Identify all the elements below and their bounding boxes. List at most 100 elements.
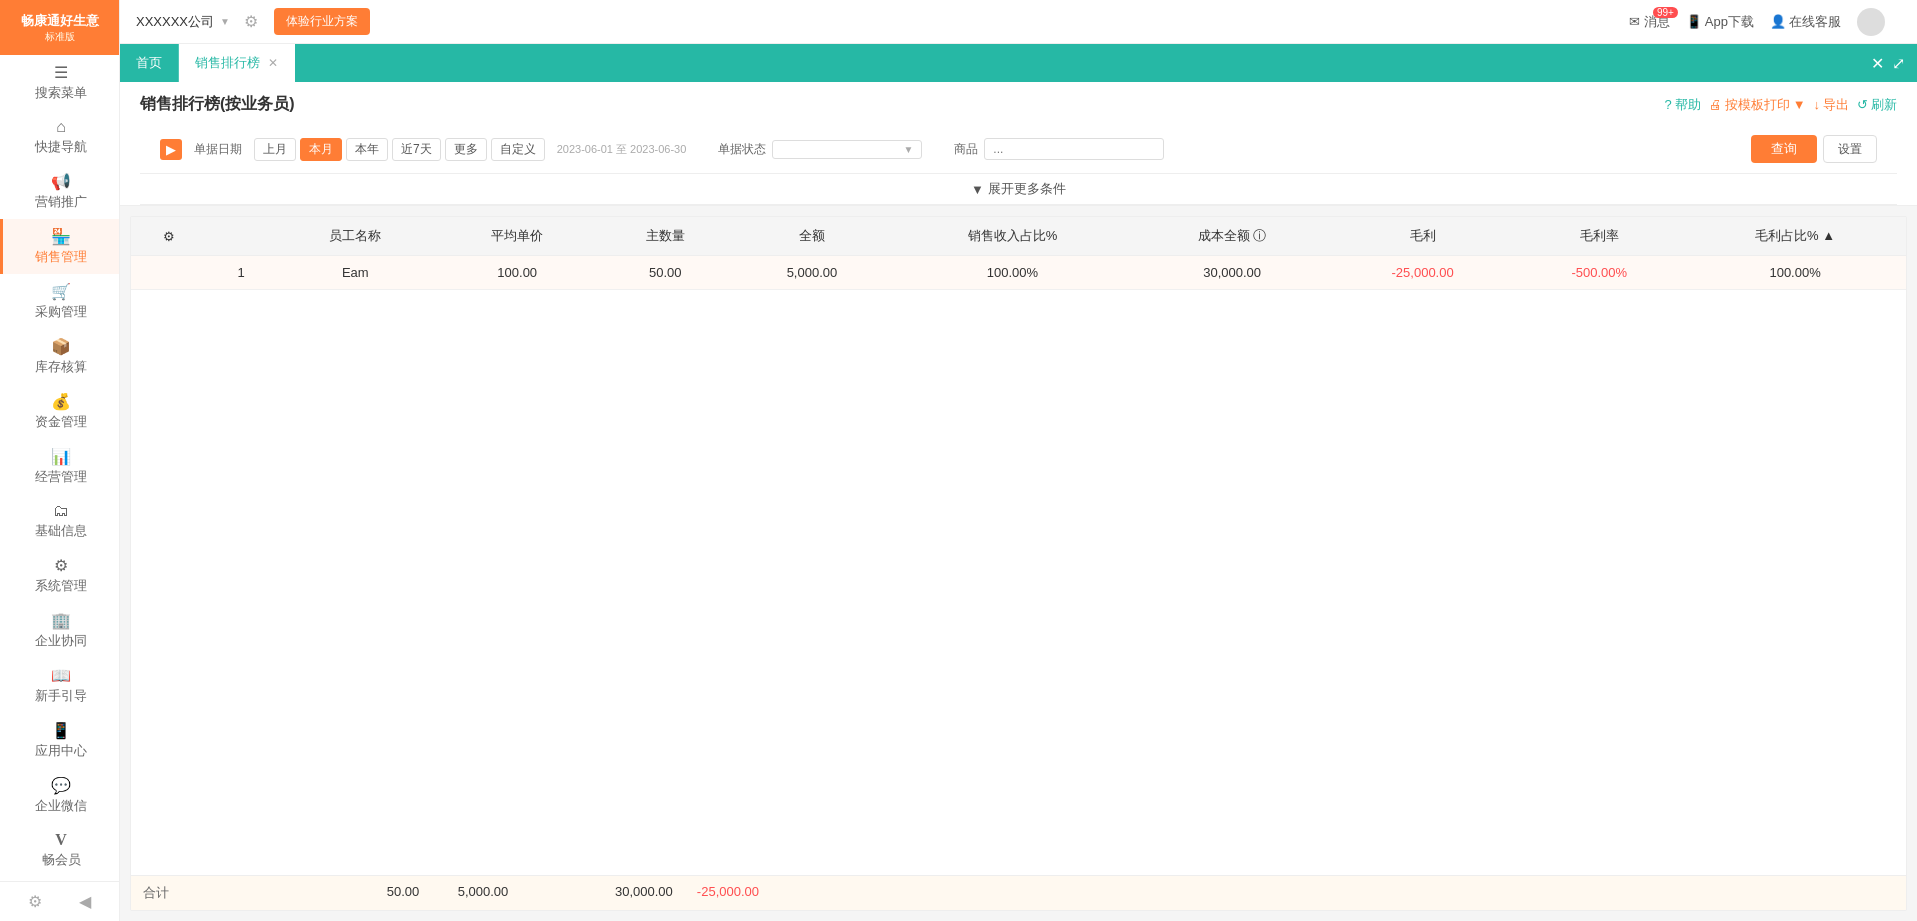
print-icon: 🖨 — [1709, 97, 1722, 112]
avatar[interactable] — [1857, 8, 1885, 36]
status-arrow-icon: ▼ — [903, 144, 913, 155]
7days-btn[interactable]: 近7天 — [392, 138, 441, 161]
table-footer: 合计 50.00 5,000.00 30,000.00 -25,000.00 — [131, 875, 1906, 910]
col-gross-pct: 毛利占比% ▲ — [1684, 217, 1906, 256]
prev-month-btn[interactable]: 上月 — [254, 138, 296, 161]
app-download-icon: 📱 — [1686, 14, 1702, 29]
goods-input[interactable] — [984, 138, 1164, 160]
tab-close-icon[interactable]: ✕ — [268, 56, 278, 70]
cur-year-btn[interactable]: 本年 — [346, 138, 388, 161]
cell-settings — [131, 256, 208, 290]
window-close-icon[interactable]: ✕ — [1871, 54, 1884, 73]
home-icon: ⌂ — [56, 118, 66, 136]
tab-home[interactable]: 首页 — [120, 44, 179, 82]
sidebar-item-label: 畅会员 — [42, 851, 81, 869]
sidebar-item-system[interactable]: ⚙ 系统管理 — [0, 548, 119, 603]
sidebar-item-label: 销售管理 — [35, 248, 87, 266]
cell-gross-rate: -500.00% — [1514, 256, 1684, 290]
company-selector[interactable]: XXXXXX公司 ▼ — [136, 13, 230, 31]
cell-gross: -25,000.00 — [1331, 256, 1515, 290]
sidebar-item-marketing[interactable]: 📢 营销推广 — [0, 164, 119, 219]
col-qty: 主数量 — [598, 217, 732, 256]
trial-button[interactable]: 体验行业方案 — [274, 8, 370, 35]
window-expand-icon[interactable]: ⤢ — [1892, 54, 1905, 73]
col-settings: ⚙ — [131, 217, 208, 256]
topbar-right: ✉ 消息 99+ 📱 App下载 👤 在线客服 — [1629, 8, 1901, 36]
cell-gross-pct: 100.00% — [1684, 256, 1906, 290]
sidebar-item-enterprise[interactable]: 🏢 企业协同 — [0, 603, 119, 658]
footer-label: 合计 — [143, 884, 283, 902]
sidebar-item-sales[interactable]: 🏪 销售管理 — [0, 219, 119, 274]
expand-button[interactable]: ▼ 展开更多条件 — [971, 180, 1066, 198]
refresh-icon: ↺ — [1857, 97, 1868, 112]
tab-sales-rank[interactable]: 销售排行榜 ✕ — [179, 44, 295, 82]
sidebar-item-basic-info[interactable]: 🗂 基础信息 — [0, 494, 119, 548]
sidebar-item-label: 经营管理 — [35, 468, 87, 486]
goods-filter: 商品 — [954, 138, 1164, 160]
sidebar-item-search-order[interactable]: ☰ 搜索菜单 — [0, 55, 119, 110]
query-button[interactable]: 查询 — [1751, 135, 1817, 163]
col-cost: 成本全额 ⓘ — [1133, 217, 1330, 256]
more-btn[interactable]: 更多 — [445, 138, 487, 161]
sidebar-item-label: 企业协同 — [35, 632, 87, 650]
inventory-icon: 📦 — [51, 337, 71, 356]
footer-gross: -25,000.00 — [685, 884, 771, 902]
cell-sales-pct: 100.00% — [891, 256, 1133, 290]
table-header-row: ⚙ 员工名称 平均单价 主数量 全额 销售收入占比% 成本全额 ⓘ 毛利 毛利率… — [131, 217, 1906, 256]
sidebar-item-wechat[interactable]: 💬 企业微信 — [0, 768, 119, 823]
settings-button[interactable]: 设置 — [1823, 135, 1877, 163]
sidebar-collapse-icon[interactable]: ◀ — [79, 892, 91, 911]
sidebar-logo: 畅康通好生意 标准版 — [0, 0, 119, 55]
cell-name: Eam — [274, 256, 436, 290]
sidebar-item-guide[interactable]: 📖 新手引导 — [0, 658, 119, 713]
help-button[interactable]: ? 帮助 — [1664, 96, 1700, 114]
wechat-icon: 💬 — [51, 776, 71, 795]
footer-cost: 30,000.00 — [603, 884, 685, 902]
sidebar-settings-icon[interactable]: ⚙ — [28, 892, 42, 911]
expand-bar: ▼ 展开更多条件 — [140, 174, 1897, 205]
logo-title: 畅康通好生意 — [21, 12, 99, 30]
sidebar-item-operations[interactable]: 📊 经营管理 — [0, 439, 119, 494]
col-name: 员工名称 — [274, 217, 436, 256]
sidebar-item-purchase[interactable]: 🛒 采购管理 — [0, 274, 119, 329]
sidebar-item-label: 基础信息 — [35, 522, 87, 540]
data-table: ⚙ 员工名称 平均单价 主数量 全额 销售收入占比% 成本全额 ⓘ 毛利 毛利率… — [131, 217, 1906, 290]
topbar: XXXXXX公司 ▼ ⚙ 体验行业方案 ✉ 消息 99+ 📱 App下载 👤 在… — [120, 0, 1917, 44]
sidebar-item-finance[interactable]: 💰 资金管理 — [0, 384, 119, 439]
export-label: 导出 — [1823, 96, 1849, 114]
sidebar-item-app-center[interactable]: 📱 应用中心 — [0, 713, 119, 768]
refresh-button[interactable]: ↺ 刷新 — [1857, 96, 1897, 114]
custom-btn[interactable]: 自定义 — [491, 138, 545, 161]
sidebar-item-inventory[interactable]: 📦 库存核算 — [0, 329, 119, 384]
table-row: 1Eam100.0050.005,000.00100.00%30,000.00-… — [131, 256, 1906, 290]
footer-sales-pct — [523, 884, 603, 902]
status-select[interactable]: ▼ — [772, 140, 922, 159]
cell-qty: 50.00 — [598, 256, 732, 290]
sales-icon: 🏪 — [51, 227, 71, 246]
filter-toggle-icon[interactable]: ▶ — [160, 139, 182, 160]
service-button[interactable]: 👤 在线客服 — [1770, 13, 1841, 31]
sidebar-item-member[interactable]: V 畅会员 — [0, 823, 119, 877]
sidebar-item-quick-nav[interactable]: ⌂ 快捷导航 — [0, 110, 119, 164]
help-icon: ? — [1664, 97, 1671, 112]
nav-tabs-right: ✕ ⤢ — [1871, 54, 1917, 73]
template-print-button[interactable]: 🖨 按模板打印 ▼ — [1709, 96, 1806, 114]
main-area: XXXXXX公司 ▼ ⚙ 体验行业方案 ✉ 消息 99+ 📱 App下载 👤 在… — [120, 0, 1917, 921]
message-button[interactable]: ✉ 消息 99+ — [1629, 13, 1670, 31]
table-wrapper: ⚙ 员工名称 平均单价 主数量 全额 销售收入占比% 成本全额 ⓘ 毛利 毛利率… — [131, 217, 1906, 875]
sidebar-item-label: 系统管理 — [35, 577, 87, 595]
company-arrow-icon: ▼ — [220, 16, 230, 27]
expand-icon: ▼ — [971, 182, 984, 197]
print-arrow-icon: ▼ — [1793, 97, 1806, 112]
cell-amount: 5,000.00 — [732, 256, 891, 290]
sidebar-item-label: 采购管理 — [35, 303, 87, 321]
date-label: 单据日期 — [194, 141, 242, 158]
cur-month-btn[interactable]: 本月 — [300, 138, 342, 161]
sidebar-item-label: 企业微信 — [35, 797, 87, 815]
marketing-icon: 📢 — [51, 172, 71, 191]
sidebar-item-label: 应用中心 — [35, 742, 87, 760]
app-download-button[interactable]: 📱 App下载 — [1686, 13, 1754, 31]
export-button[interactable]: ↓ 导出 — [1814, 96, 1850, 114]
topbar-settings-icon[interactable]: ⚙ — [244, 12, 258, 31]
purchase-icon: 🛒 — [51, 282, 71, 301]
